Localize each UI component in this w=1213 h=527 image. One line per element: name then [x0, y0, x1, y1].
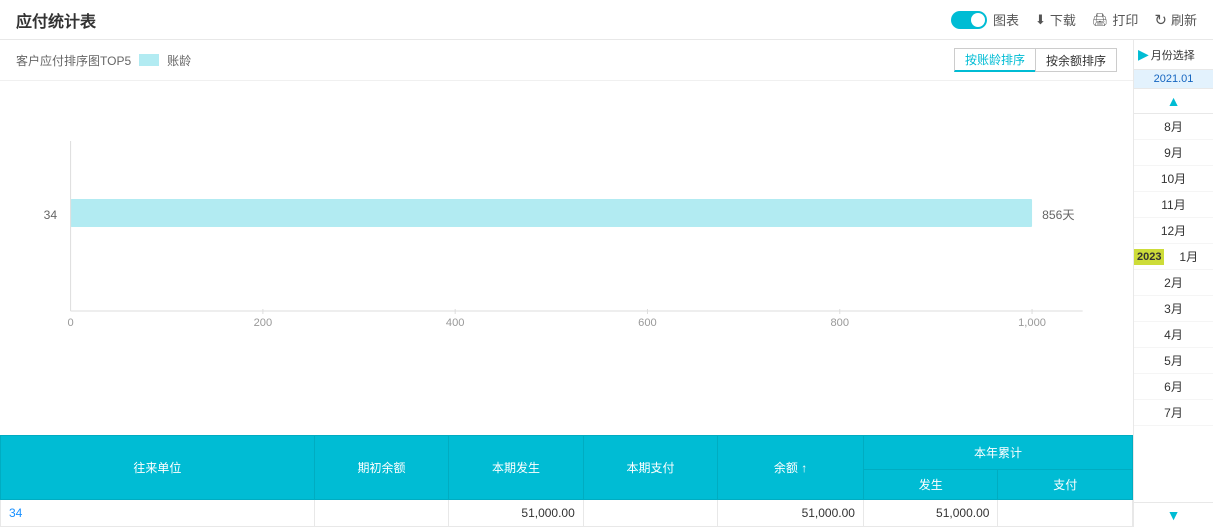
- vendor-link[interactable]: 34: [9, 506, 22, 520]
- main-content: 客户应付排序图TOP5 账龄 按账龄排序 按余额排序 34: [0, 40, 1213, 527]
- header-actions: 图表 ⬇ 下载 🖨 打印 ↻ 刷新: [951, 10, 1197, 29]
- balance-sort-icon[interactable]: ↑: [801, 461, 807, 475]
- col-header-balance: 余额 ↑: [718, 436, 864, 500]
- download-icon: ⬇: [1035, 12, 1046, 28]
- month-list: 8月 9月 10月 11月 12月 2023 1月 2月 3月 4月 5月 6月…: [1134, 114, 1213, 502]
- cell-occurred: 51,000.00: [449, 500, 583, 527]
- col-header-vendor: 往来单位: [1, 436, 315, 500]
- refresh-label: 刷新: [1171, 10, 1197, 29]
- month-item-3[interactable]: 3月: [1134, 296, 1213, 322]
- sort-by-amount-button[interactable]: 按余额排序: [1035, 48, 1117, 72]
- refresh-button[interactable]: ↻ 刷新: [1154, 10, 1197, 29]
- cell-ytd-payment: [998, 500, 1133, 527]
- table-wrapper: 往来单位 期初余额 本期发生 本期支付 余额 ↑ 本年累计: [0, 435, 1133, 527]
- sidebar-current-value: 2021.01: [1134, 70, 1213, 89]
- legend-text: 客户应付排序图TOP5: [16, 52, 131, 69]
- sidebar-scroll-down[interactable]: ▼: [1134, 502, 1213, 527]
- month-item-6[interactable]: 6月: [1134, 374, 1213, 400]
- col-header-ytd-occurred: 发生: [863, 470, 997, 500]
- download-label: 下载: [1050, 10, 1076, 29]
- toggle-label: 图表: [993, 10, 1019, 29]
- chart-toggle-container[interactable]: 图表: [951, 10, 1019, 29]
- chart-body: 34 856天 0 200 400: [0, 81, 1133, 435]
- svg-text:1,000: 1,000: [1018, 317, 1046, 329]
- download-button[interactable]: ⬇ 下载: [1035, 10, 1076, 29]
- legend-color-box: [139, 54, 159, 66]
- sidebar-header: ▶ 月份选择: [1134, 40, 1213, 70]
- svg-text:856天: 856天: [1042, 208, 1074, 222]
- chart-legend: 客户应付排序图TOP5 账龄: [16, 52, 191, 69]
- sidebar-title: 月份选择: [1151, 47, 1195, 63]
- cell-payment: [583, 500, 717, 527]
- svg-text:400: 400: [446, 317, 465, 329]
- sort-buttons: 按账龄排序 按余额排序: [954, 48, 1117, 72]
- month-item-4[interactable]: 4月: [1134, 322, 1213, 348]
- month-item-5[interactable]: 5月: [1134, 348, 1213, 374]
- sidebar-collapse-icon[interactable]: ▶: [1138, 46, 1149, 63]
- table-header-row-1: 往来单位 期初余额 本期发生 本期支付 余额 ↑ 本年累计: [1, 436, 1133, 470]
- cell-ytd-occurred: 51,000.00: [863, 500, 997, 527]
- legend-item-label: 账龄: [167, 52, 191, 69]
- chart-section: 客户应付排序图TOP5 账龄 按账龄排序 按余额排序 34: [0, 40, 1133, 527]
- month-item-2[interactable]: 2月: [1134, 270, 1213, 296]
- svg-text:34: 34: [44, 208, 58, 222]
- month-item-11[interactable]: 11月: [1134, 192, 1213, 218]
- sort-by-balance-button[interactable]: 按账龄排序: [954, 48, 1035, 72]
- col-header-occurred: 本期发生: [449, 436, 583, 500]
- col-header-payment: 本期支付: [583, 436, 717, 500]
- table-section: 往来单位 期初余额 本期发生 本期支付 余额 ↑ 本年累计: [0, 435, 1133, 527]
- col-header-ytd-payment: 支付: [998, 470, 1133, 500]
- svg-text:0: 0: [68, 317, 74, 329]
- cell-opening: [314, 500, 448, 527]
- month-item-1[interactable]: 1月: [1164, 244, 1213, 269]
- print-icon: 🖨: [1092, 12, 1109, 28]
- month-item-8[interactable]: 8月: [1134, 114, 1213, 140]
- table-row: 34 51,000.00 51,000.00 51,000.00: [1, 500, 1133, 527]
- print-button[interactable]: 🖨 打印: [1092, 10, 1139, 29]
- bar-chart-svg: 34 856天 0 200 400: [20, 91, 1113, 351]
- chart-header: 客户应付排序图TOP5 账龄 按账龄排序 按余额排序: [0, 40, 1133, 81]
- col-header-ytd: 本年累计: [863, 436, 1132, 470]
- year-2023-row: 2023 1月: [1134, 244, 1213, 270]
- chart-toggle[interactable]: [951, 11, 987, 29]
- svg-text:800: 800: [830, 317, 849, 329]
- month-item-10[interactable]: 10月: [1134, 166, 1213, 192]
- svg-text:200: 200: [254, 317, 273, 329]
- cell-balance: 51,000.00: [718, 500, 864, 527]
- cell-vendor: 34: [1, 500, 315, 527]
- month-item-9[interactable]: 9月: [1134, 140, 1213, 166]
- month-item-12[interactable]: 12月: [1134, 218, 1213, 244]
- refresh-icon: ↻: [1154, 11, 1167, 29]
- year-2023-label: 2023: [1134, 249, 1164, 265]
- col-header-opening: 期初余额: [314, 436, 448, 500]
- data-table: 往来单位 期初余额 本期发生 本期支付 余额 ↑ 本年累计: [0, 435, 1133, 527]
- page-title: 应付统计表: [16, 8, 96, 32]
- sidebar-scroll-up[interactable]: ▲: [1134, 89, 1213, 114]
- print-label: 打印: [1112, 10, 1138, 29]
- balance-label: 余额: [774, 461, 798, 475]
- svg-text:600: 600: [638, 317, 657, 329]
- page-header: 应付统计表 图表 ⬇ 下载 🖨 打印 ↻ 刷新: [0, 0, 1213, 40]
- right-sidebar: ▶ 月份选择 2021.01 ▲ 8月 9月 10月 11月 12月 2023 …: [1133, 40, 1213, 527]
- month-item-7[interactable]: 7月: [1134, 400, 1213, 426]
